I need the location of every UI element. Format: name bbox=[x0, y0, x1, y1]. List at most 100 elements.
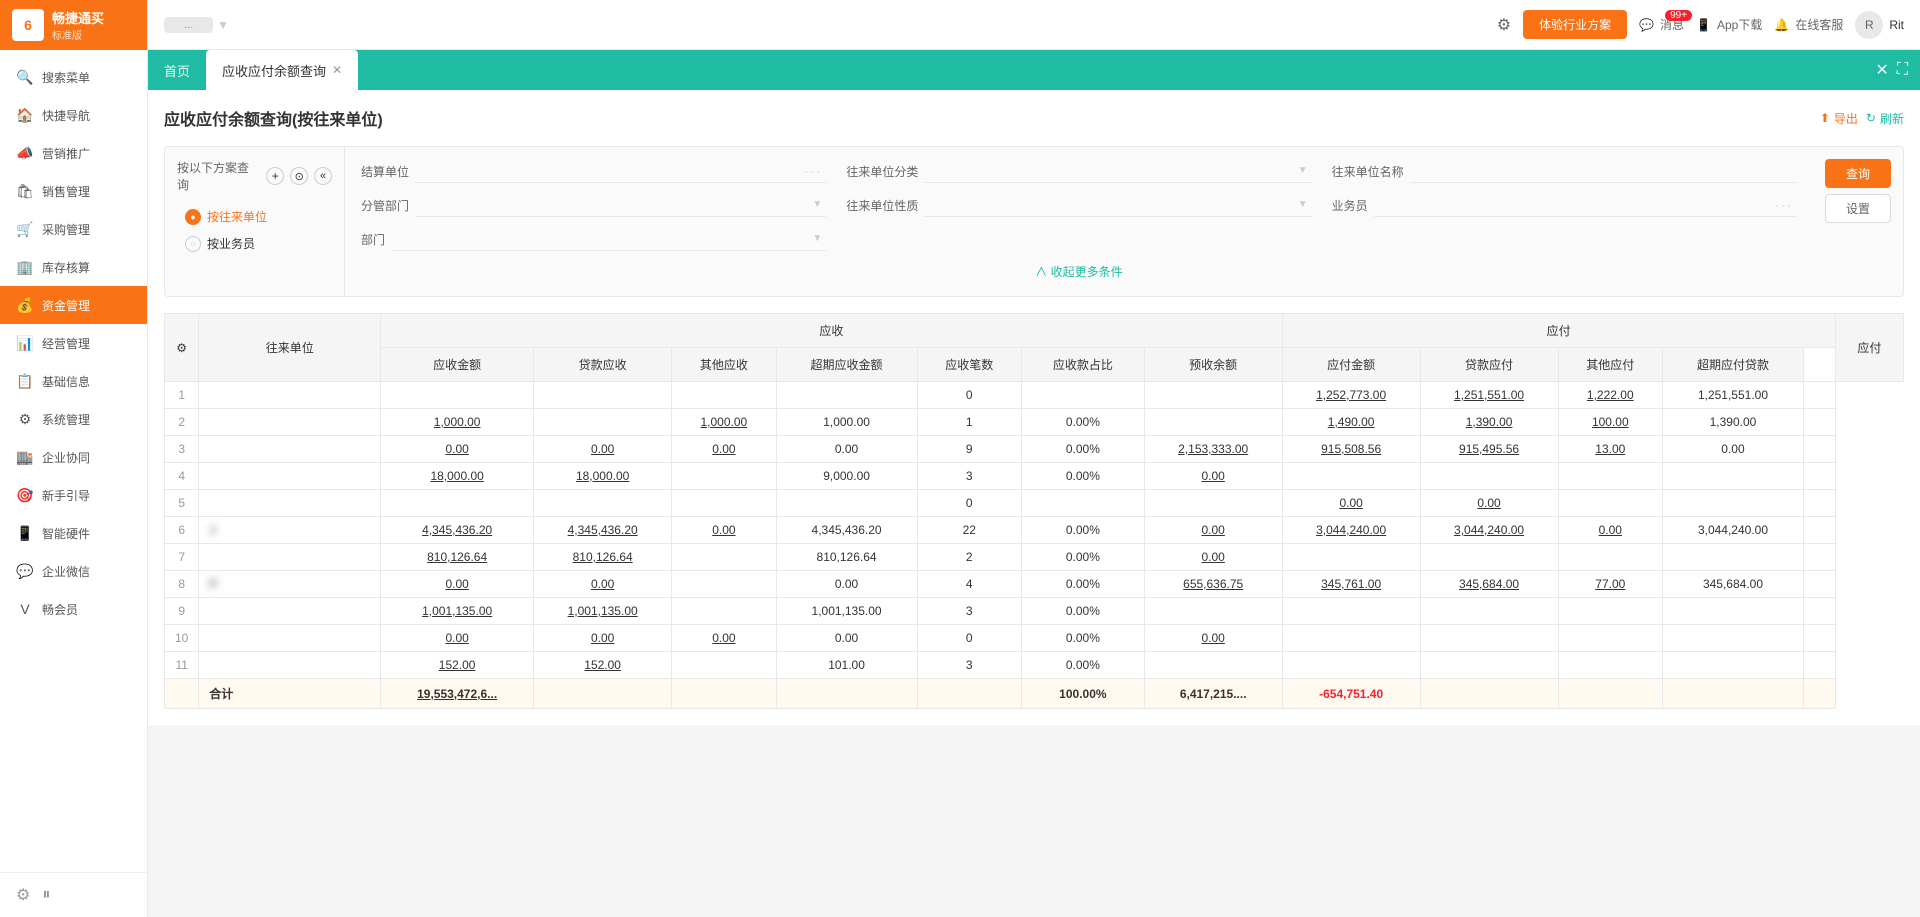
filter-supervise-dept: 分管部门 ▼ bbox=[361, 193, 826, 217]
sidebar-item-operations[interactable]: 📊 经营管理 bbox=[0, 324, 147, 362]
filter-partner-name: 往来单位名称 bbox=[1332, 159, 1797, 183]
data-table: ⚙ 往来单位 应收 应付 应付 应收金额 贷款应收 其他应收 bbox=[164, 313, 1904, 709]
partner-name-input[interactable] bbox=[1410, 159, 1797, 183]
tab-close-icon[interactable]: ✕ bbox=[332, 63, 342, 77]
enterprise-icon: 🏬 bbox=[16, 448, 34, 466]
app-name: 畅捷通买 bbox=[52, 8, 104, 27]
sidebar-label-hardware: 智能硬件 bbox=[42, 525, 90, 542]
supervise-dept-arrow: ▼ bbox=[812, 199, 822, 210]
filter-settlement-unit: 结算单位 ··· bbox=[361, 159, 826, 183]
table-row: 101,252,773.001,251,551.001,222.001,251,… bbox=[165, 382, 1904, 409]
sidebar-item-finance[interactable]: 💰 资金管理 bbox=[0, 286, 147, 324]
topbar: ... ▼ ⚙ 体验行业方案 💬 消息 99+ 📱 App下载 🔔 在线客服 R bbox=[148, 0, 1920, 50]
marketing-icon: 📣 bbox=[16, 144, 34, 162]
sidebar-item-hardware[interactable]: 📱 智能硬件 bbox=[0, 514, 147, 552]
sidebar-item-basic-info[interactable]: 📋 基础信息 bbox=[0, 362, 147, 400]
page-title-row: 应收应付余额查询(按往来单位) ⬆ 导出 ↻ 刷新 bbox=[164, 106, 1904, 130]
filter-scheme-label: 按以下方案查询 bbox=[177, 159, 260, 193]
breadcrumb: ... ▼ bbox=[164, 17, 1485, 33]
setting-button[interactable]: 设置 bbox=[1825, 194, 1891, 223]
salesperson-input[interactable]: ··· bbox=[1374, 193, 1797, 217]
filter-by-salesperson[interactable]: ○ 按业务员 bbox=[177, 230, 332, 257]
user-area[interactable]: R Rit bbox=[1855, 11, 1904, 39]
hardware-icon: 📱 bbox=[16, 524, 34, 542]
sidebar-item-guide[interactable]: 🎯 新手引导 bbox=[0, 476, 147, 514]
edit-scheme-btn[interactable]: ⊙ bbox=[290, 167, 308, 185]
refresh-button[interactable]: ↻ 刷新 bbox=[1866, 110, 1904, 127]
message-badge: 99+ bbox=[1665, 10, 1692, 21]
partner-option-label: 按往来单位 bbox=[207, 208, 267, 225]
query-button[interactable]: 查询 bbox=[1825, 159, 1891, 188]
partner-category-select[interactable]: ▼ bbox=[924, 159, 1311, 183]
sidebar-item-marketing[interactable]: 📣 营销推广 bbox=[0, 134, 147, 172]
settlement-unit-input[interactable]: ··· bbox=[415, 159, 826, 183]
search-nav-icon: 🔍 bbox=[16, 68, 34, 86]
partner-column-header: 往来单位 bbox=[199, 314, 381, 382]
message-icon: 💬 bbox=[1639, 18, 1654, 32]
th-payable-amount: 应付金额 bbox=[1282, 348, 1420, 382]
th-other-payable: 其他应付 bbox=[1558, 348, 1663, 382]
total-receivable-amount[interactable]: 19,553,472,6... bbox=[381, 679, 534, 709]
tab-expand-icon[interactable]: ⛶ bbox=[1897, 61, 1908, 79]
app-download-area[interactable]: 📱 App下载 bbox=[1696, 16, 1762, 33]
sidebar-item-system[interactable]: ⚙ 系统管理 bbox=[0, 400, 147, 438]
sidebar-item-quick-nav[interactable]: 🏠 快捷导航 bbox=[0, 96, 147, 134]
add-scheme-btn[interactable]: + bbox=[266, 167, 284, 185]
collapse-more-btn[interactable]: ∧ 收起更多条件 bbox=[361, 259, 1797, 284]
salesperson-option-icon: ○ bbox=[185, 236, 201, 252]
tab-ar-ap[interactable]: 应收应付余额查询 ✕ bbox=[206, 50, 358, 90]
download-icon: 📱 bbox=[1696, 18, 1711, 32]
page-title: 应收应付余额查询(按往来单位) bbox=[164, 106, 383, 130]
sidebar-item-purchase[interactable]: 🛒 采购管理 bbox=[0, 210, 147, 248]
payable-col-header: 应付 bbox=[1835, 314, 1903, 382]
sidebar-label-system: 系统管理 bbox=[42, 411, 90, 428]
sidebar-label-guide: 新手引导 bbox=[42, 487, 90, 504]
sidebar-item-search[interactable]: 🔍 搜索菜单 bbox=[0, 58, 147, 96]
tab-close-window-icon[interactable]: ✕ bbox=[1875, 60, 1888, 80]
sidebar-label-inventory: 库存核算 bbox=[42, 259, 90, 276]
promo-button[interactable]: 体验行业方案 bbox=[1523, 10, 1627, 39]
table-row: 6J4,345,436.204,345,436.200.004,345,436.… bbox=[165, 517, 1904, 544]
topbar-gear-icon[interactable]: ⚙ bbox=[1497, 15, 1511, 35]
filter-by-partner[interactable]: ● 按往来单位 bbox=[177, 203, 332, 230]
more-scheme-btn[interactable]: « bbox=[314, 167, 332, 185]
table-row: 91,001,135.001,001,135.001,001,135.0030.… bbox=[165, 598, 1904, 625]
table-container: ⚙ 往来单位 应收 应付 应付 应收金额 贷款应收 其他应收 bbox=[164, 313, 1904, 709]
salesperson-label: 业务员 bbox=[1332, 197, 1368, 214]
online-service-label: 在线客服 bbox=[1795, 16, 1843, 33]
department-select[interactable]: ▼ bbox=[391, 227, 826, 251]
sidebar: 6 畅捷通买 标准版 🔍 搜索菜单 🏠 快捷导航 📣 营销推广 🛍 销售 bbox=[0, 0, 148, 917]
sidebar-settings-icon[interactable]: ⚙ bbox=[16, 885, 30, 905]
export-button[interactable]: ⬆ 导出 bbox=[1820, 110, 1858, 127]
breadcrumb-arrow: ▼ bbox=[217, 18, 229, 32]
tab-home[interactable]: 首页 bbox=[148, 50, 206, 90]
message-area[interactable]: 💬 消息 99+ bbox=[1639, 16, 1684, 33]
th-loan-receivable: 贷款应收 bbox=[534, 348, 672, 382]
partner-name-label: 往来单位名称 bbox=[1332, 163, 1404, 180]
supervise-dept-select[interactable]: ▼ bbox=[415, 193, 826, 217]
sidebar-item-inventory[interactable]: 🏢 库存核算 bbox=[0, 248, 147, 286]
online-service-area[interactable]: 🔔 在线客服 bbox=[1774, 16, 1843, 33]
partner-category-arrow: ▼ bbox=[1298, 165, 1308, 176]
partner-nature-select[interactable]: ▼ bbox=[924, 193, 1311, 217]
table-settings-header[interactable]: ⚙ bbox=[165, 314, 199, 382]
sidebar-collapse-icon[interactable]: ⏸ bbox=[42, 886, 50, 904]
home-icon: 🏠 bbox=[16, 106, 34, 124]
sidebar-item-member[interactable]: V 畅会员 bbox=[0, 590, 147, 628]
filter-salesperson: 业务员 ··· bbox=[1332, 193, 1797, 217]
total-row: 合计 19,553,472,6... 100.00% 6,417,215....… bbox=[165, 679, 1904, 709]
table-row: 30.000.000.000.0090.00%2,153,333.00915,5… bbox=[165, 436, 1904, 463]
basic-info-icon: 📋 bbox=[16, 372, 34, 390]
sidebar-item-sales[interactable]: 🛍 销售管理 bbox=[0, 172, 147, 210]
operations-icon: 📊 bbox=[16, 334, 34, 352]
purchase-icon: 🛒 bbox=[16, 220, 34, 238]
app-download-label: App下载 bbox=[1717, 16, 1762, 33]
avatar: R bbox=[1855, 11, 1883, 39]
sidebar-item-weixin[interactable]: 💬 企业微信 bbox=[0, 552, 147, 590]
sidebar-label-weixin: 企业微信 bbox=[42, 563, 90, 580]
partner-nature-label: 往来单位性质 bbox=[846, 197, 918, 214]
sidebar-nav: 🔍 搜索菜单 🏠 快捷导航 📣 营销推广 🛍 销售管理 🛒 采购管理 🏢 bbox=[0, 50, 147, 872]
table-row: 21,000.001,000.001,000.0010.00%1,490.001… bbox=[165, 409, 1904, 436]
system-icon: ⚙ bbox=[16, 410, 34, 428]
sidebar-item-enterprise[interactable]: 🏬 企业协同 bbox=[0, 438, 147, 476]
